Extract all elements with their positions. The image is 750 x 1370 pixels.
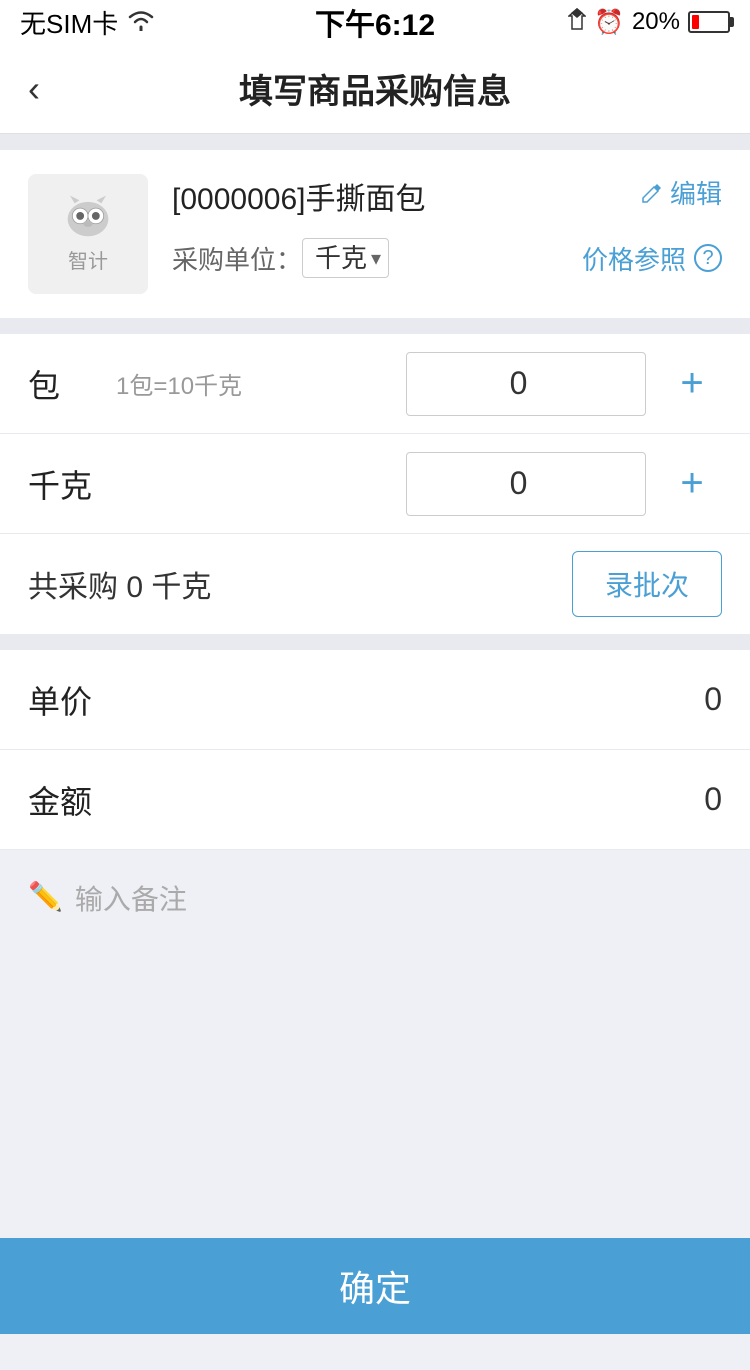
total-row: 共采购 0 千克 录批次 [0, 534, 750, 634]
bag-label: 包 [28, 361, 108, 407]
pencil-icon: ✏️ [28, 880, 63, 913]
product-header: [0000006]手撕面包 编辑 [172, 174, 722, 218]
kg-quantity-input[interactable] [406, 452, 646, 516]
edit-button[interactable]: 编辑 [640, 174, 722, 211]
price-label: 单价 [28, 677, 92, 723]
amount-value: 0 [704, 781, 722, 818]
bag-input-row: 包 1包=10千克 + [0, 334, 750, 434]
bag-plus-button[interactable]: + [662, 352, 722, 416]
status-left: 无SIM卡 [20, 4, 156, 41]
product-unit-row: 采购单位： 千克 价格参照 ? [172, 238, 722, 278]
location-icon [568, 8, 586, 37]
note-placeholder: 输入备注 [75, 878, 187, 918]
wifi-icon [126, 7, 156, 38]
price-section: 单价 0 金额 0 [0, 650, 750, 850]
product-logo: 智计 [48, 194, 128, 274]
record-batch-button[interactable]: 录批次 [572, 551, 722, 617]
price-value: 0 [704, 681, 722, 718]
status-time: 下午6:12 [315, 0, 435, 44]
total-label: 共采购 0 千克 [28, 562, 211, 606]
product-card: 智计 [0000006]手撕面包 编辑 采购单位： 千克 [0, 150, 750, 318]
kg-plus-button[interactable]: + [662, 452, 722, 516]
price-ref-button[interactable]: 价格参照 ? [582, 240, 722, 277]
amount-label: 金额 [28, 777, 92, 823]
product-info: [0000006]手撕面包 编辑 采购单位： 千克 价格参照 ? [172, 174, 722, 278]
unit-select[interactable]: 千克 [302, 238, 389, 278]
unit-label: 采购单位： [172, 240, 302, 277]
bag-section: 包 1包=10千克 + 千克 + [0, 334, 750, 534]
product-image: 智计 [28, 174, 148, 294]
back-button[interactable]: ‹ [28, 68, 40, 110]
mid-divider-2 [0, 634, 750, 650]
price-row: 单价 0 [0, 650, 750, 750]
confirm-button-label: 确定 [339, 1260, 411, 1312]
price-ref-help-icon: ? [694, 244, 722, 272]
nav-bar: ‹ 填写商品采购信息 [0, 44, 750, 134]
mid-divider-1 [0, 318, 750, 334]
confirm-button[interactable]: 确定 [0, 1238, 750, 1334]
amount-row: 金额 0 [0, 750, 750, 850]
battery-icon [688, 11, 730, 33]
product-name: [0000006]手撕面包 [172, 174, 425, 218]
carrier-label: 无SIM卡 [20, 4, 118, 41]
top-divider [0, 134, 750, 150]
alarm-icon: ⏰ [594, 8, 624, 37]
page-title: 填写商品采购信息 [239, 64, 511, 113]
kg-input-row: 千克 + [0, 434, 750, 534]
note-section[interactable]: ✏️ 输入备注 [0, 850, 750, 970]
kg-label: 千克 [28, 461, 108, 507]
status-bar: 无SIM卡 下午6:12 ⏰ 20% [0, 0, 750, 44]
bag-quantity-input[interactable] [406, 352, 646, 416]
battery-percent: 20% [632, 8, 680, 36]
status-right: ⏰ 20% [568, 8, 730, 37]
bag-sub-label: 1包=10千克 [116, 366, 242, 401]
unit-select-wrap[interactable]: 千克 [302, 238, 389, 278]
